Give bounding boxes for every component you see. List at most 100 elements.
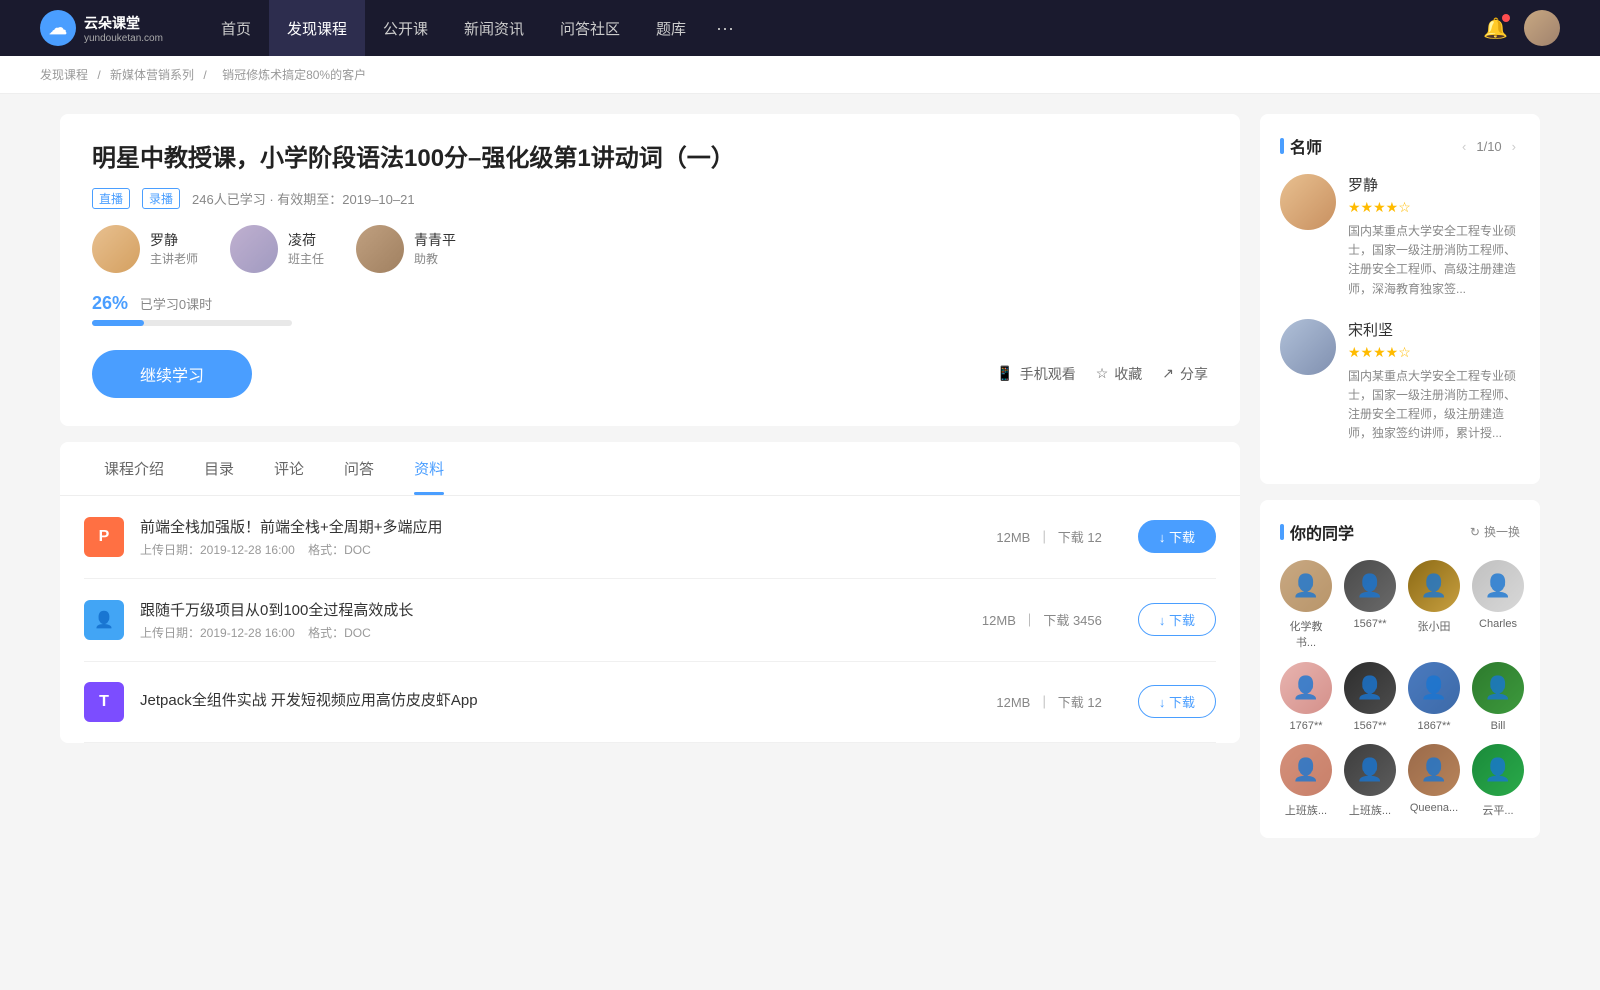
panel-nav-teachers: ‹ 1/10 › — [1458, 137, 1520, 156]
classmate-avatar-0-2[interactable]: 👤 — [1408, 560, 1460, 612]
classmate-avatar-0-3[interactable]: 👤 — [1472, 560, 1524, 612]
breadcrumb-sep-1: / — [97, 68, 104, 82]
resource-meta-0: 上传日期：2019-12-28 16:00 格式：DOC — [140, 541, 980, 558]
refresh-icon: ↻ — [1470, 525, 1480, 539]
tag-record: 录播 — [142, 188, 180, 209]
classmate-0-2: 👤 张小田 — [1408, 560, 1460, 650]
teachers-list: 罗静 主讲老师 凌荷 班主任 — [92, 225, 1208, 273]
famous-teachers-panel: 名师 ‹ 1/10 › 罗静 ★★★★☆ 国内某重点大学安全工程专业硕士，国家一… — [1260, 114, 1540, 484]
resource-icon-2: T — [84, 682, 124, 722]
classmate-name-0-1: 1567** — [1353, 618, 1386, 630]
tabs-card: 课程介绍 目录 评论 问答 资料 P 前端全栈加强版！前端全栈+全周期+多端应用… — [60, 442, 1240, 743]
famous-teacher-0-stars: ★★★★☆ — [1348, 199, 1520, 216]
teacher-2-avatar — [356, 225, 404, 273]
nav-item-home[interactable]: 首页 — [203, 0, 269, 56]
download-button-2[interactable]: ↓ 下载 — [1138, 685, 1216, 718]
logo[interactable]: ☁ 云朵课堂 yundouketan.com — [40, 10, 163, 46]
resource-item-0: P 前端全栈加强版！前端全栈+全周期+多端应用 上传日期：2019-12-28 … — [84, 496, 1216, 579]
classmate-avatar-2-3[interactable]: 👤 — [1472, 744, 1524, 796]
sidebar: 名师 ‹ 1/10 › 罗静 ★★★★☆ 国内某重点大学安全工程专业硕士，国家一… — [1260, 114, 1540, 854]
prev-teacher-button[interactable]: ‹ — [1458, 137, 1470, 156]
nav-more[interactable]: ··· — [704, 18, 746, 39]
classmate-1-3: 👤 Bill — [1472, 662, 1524, 732]
classmate-name-1-2: 1867** — [1417, 720, 1450, 732]
resource-meta-1: 上传日期：2019-12-28 16:00 格式：DOC — [140, 624, 966, 641]
famous-teacher-1-stars: ★★★★☆ — [1348, 344, 1520, 361]
resource-stats-1: 12MB ｜ 下载 3456 — [982, 610, 1102, 629]
resource-icon-0: P — [84, 517, 124, 557]
classmate-avatar-1-1[interactable]: 👤 — [1344, 662, 1396, 714]
tab-qa[interactable]: 问答 — [324, 442, 394, 495]
panel-title-teachers: 名师 — [1280, 134, 1322, 158]
teacher-1-role: 班主任 — [288, 250, 324, 267]
classmate-0-3: 👤 Charles — [1472, 560, 1524, 650]
classmate-1-0: 👤 1767** — [1280, 662, 1332, 732]
classmate-2-2: 👤 Queena... — [1408, 744, 1460, 818]
navigation: ☁ 云朵课堂 yundouketan.com 首页 发现课程 公开课 新闻资讯 … — [0, 0, 1600, 56]
tab-comments[interactable]: 评论 — [254, 442, 324, 495]
nav-item-news[interactable]: 新闻资讯 — [446, 0, 542, 56]
classmate-avatar-2-1[interactable]: 👤 — [1344, 744, 1396, 796]
teacher-2: 青青平 助教 — [356, 225, 456, 273]
classmate-avatar-2-2[interactable]: 👤 — [1408, 744, 1460, 796]
panel-header-teachers: 名师 ‹ 1/10 › — [1280, 134, 1520, 158]
classmate-2-3: 👤 云平... — [1472, 744, 1524, 818]
mobile-watch-button[interactable]: 📱 手机观看 — [996, 364, 1075, 384]
nav-item-quiz[interactable]: 题库 — [638, 0, 704, 56]
teacher-1-info: 凌荷 班主任 — [288, 230, 324, 267]
tag-live: 直播 — [92, 188, 130, 209]
refresh-classmates-button[interactable]: ↻ 换一换 — [1470, 523, 1520, 540]
resource-name-1: 跟随千万级项目从0到100全过程高效成长 — [140, 599, 966, 620]
bell-icon[interactable]: 🔔 — [1483, 16, 1508, 41]
classmates-panel: 你的同学 ↻ 换一换 👤 化学教书... 👤 1567** 👤 — [1260, 500, 1540, 838]
classmate-2-0: 👤 上班族... — [1280, 744, 1332, 818]
classmate-avatar-0-0[interactable]: 👤 — [1280, 560, 1332, 612]
progress-section: 26% 已学习0课时 — [92, 293, 1208, 326]
nav-item-discover[interactable]: 发现课程 — [269, 0, 365, 56]
nav-item-open[interactable]: 公开课 — [365, 0, 446, 56]
famous-teacher-1-avatar — [1280, 319, 1336, 375]
classmate-name-0-0: 化学教书... — [1280, 618, 1332, 650]
continue-learning-button[interactable]: 继续学习 — [92, 350, 252, 398]
resource-info-2: Jetpack全组件实战 开发短视频应用高仿皮皮虾App — [140, 689, 980, 714]
next-teacher-button[interactable]: › — [1508, 137, 1520, 156]
progress-sub: 已学习0课时 — [140, 297, 212, 312]
resource-icon-1: 👤 — [84, 600, 124, 640]
resource-info-0: 前端全栈加强版！前端全栈+全周期+多端应用 上传日期：2019-12-28 16… — [140, 516, 980, 558]
share-icon: ↗ — [1162, 365, 1174, 382]
share-button[interactable]: ↗ 分享 — [1162, 364, 1208, 384]
tab-catalog[interactable]: 目录 — [184, 442, 254, 495]
main-layout: 明星中教授课，小学阶段语法100分–强化级第1讲动词（一） 直播 录播 246人… — [20, 94, 1580, 874]
resource-item-1: 👤 跟随千万级项目从0到100全过程高效成长 上传日期：2019-12-28 1… — [84, 579, 1216, 662]
tab-resources[interactable]: 资料 — [394, 442, 464, 495]
collect-button[interactable]: ☆ 收藏 — [1096, 364, 1143, 384]
user-avatar[interactable] — [1524, 10, 1560, 46]
famous-teacher-0-avatar — [1280, 174, 1336, 230]
classmate-avatar-0-1[interactable]: 👤 — [1344, 560, 1396, 612]
course-actions: 继续学习 📱 手机观看 ☆ 收藏 ↗ 分享 — [92, 350, 1208, 398]
classmate-avatar-1-2[interactable]: 👤 — [1408, 662, 1460, 714]
nav-items: 首页 发现课程 公开课 新闻资讯 问答社区 题库 ··· — [203, 0, 1483, 56]
notification-dot — [1502, 14, 1510, 22]
breadcrumb-link-series[interactable]: 新媒体营销系列 — [110, 68, 194, 82]
famous-teacher-0-desc: 国内某重点大学安全工程专业硕士，国家一级注册消防工程师、注册安全工程师、高级注册… — [1348, 222, 1520, 299]
course-card: 明星中教授课，小学阶段语法100分–强化级第1讲动词（一） 直播 录播 246人… — [60, 114, 1240, 426]
resource-name-2: Jetpack全组件实战 开发短视频应用高仿皮皮虾App — [140, 689, 980, 710]
progress-label: 26% 已学习0课时 — [92, 293, 1208, 314]
download-button-1[interactable]: ↓ 下载 — [1138, 603, 1216, 636]
famous-teacher-1-name: 宋利坚 — [1348, 319, 1520, 340]
classmate-name-2-0: 上班族... — [1285, 802, 1327, 818]
tab-intro[interactable]: 课程介绍 — [84, 442, 184, 495]
classmate-avatar-2-0[interactable]: 👤 — [1280, 744, 1332, 796]
classmate-avatar-1-0[interactable]: 👤 — [1280, 662, 1332, 714]
teacher-2-name: 青青平 — [414, 230, 456, 250]
famous-teacher-0-name: 罗静 — [1348, 174, 1520, 195]
breadcrumb-link-discover[interactable]: 发现课程 — [40, 68, 88, 82]
nav-item-qa[interactable]: 问答社区 — [542, 0, 638, 56]
action-buttons: 📱 手机观看 ☆ 收藏 ↗ 分享 — [996, 364, 1208, 384]
teacher-0-role: 主讲老师 — [150, 250, 198, 267]
classmate-avatar-1-3[interactable]: 👤 — [1472, 662, 1524, 714]
teacher-1-avatar — [230, 225, 278, 273]
classmate-1-1: 👤 1567** — [1344, 662, 1396, 732]
download-button-0[interactable]: ↓ 下载 — [1138, 520, 1216, 553]
